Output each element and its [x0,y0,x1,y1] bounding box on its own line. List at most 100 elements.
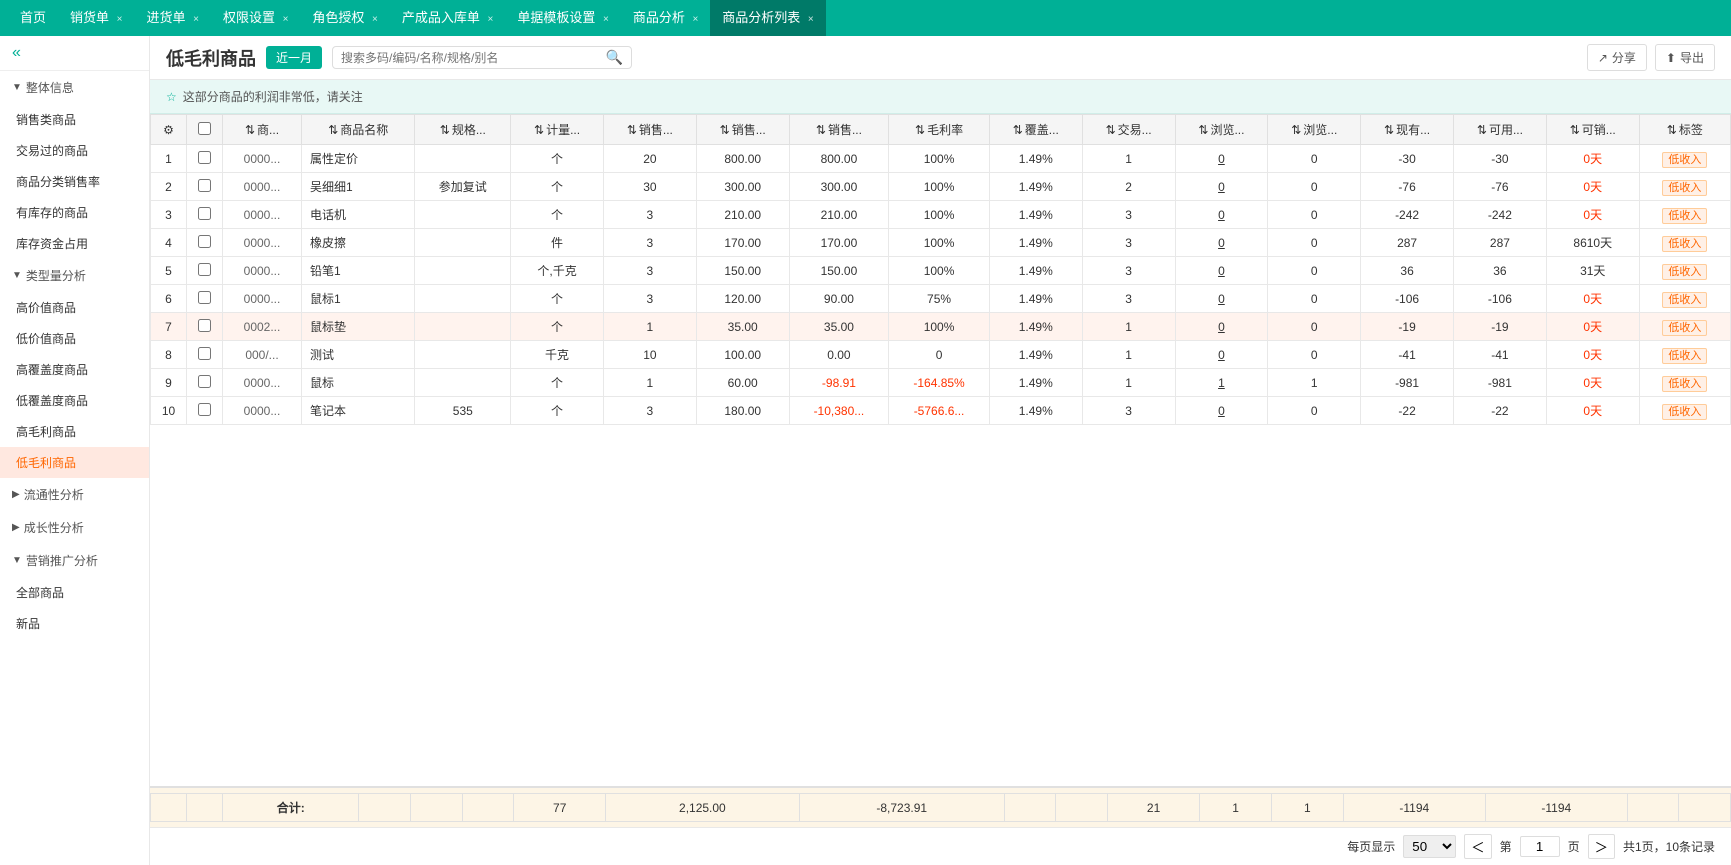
row-checkbox[interactable] [187,313,223,341]
per-page-select[interactable]: 50 20 100 [1403,835,1456,858]
nav-product-entry-close[interactable]: × [488,14,494,25]
sidebar-item-low-value[interactable]: 低价值商品 [0,323,149,354]
sidebar-item-category-rate[interactable]: 商品分类销售率 [0,166,149,197]
sidebar-section-growth[interactable]: ▶成长性分析 [0,511,149,544]
nav-home[interactable]: 首页 [8,0,58,36]
row-check[interactable] [198,179,211,192]
next-page-btn[interactable]: ＞ [1588,834,1615,859]
nav-product-entry[interactable]: 产成品入库单 × [390,0,505,36]
row-check[interactable] [198,347,211,360]
sidebar-collapse-btn[interactable]: « [8,40,25,66]
table-wrapper[interactable]: ⚙ ⇅商... ⇅商品名称 ⇅规格... ⇅计量... ⇅销售... ⇅销售..… [150,114,1731,786]
col-gross-rate[interactable]: ⇅毛利率 [889,115,990,145]
row-checkbox[interactable] [187,145,223,173]
col-settings[interactable]: ⚙ [151,115,187,145]
row-checkbox[interactable] [187,341,223,369]
row-browse1[interactable]: 0 [1175,201,1268,229]
browse1-link[interactable]: 0 [1218,264,1225,278]
row-browse1[interactable]: 0 [1175,341,1268,369]
col-sales-price[interactable]: ⇅销售... [696,115,789,145]
nav-permissions-close[interactable]: × [283,14,289,25]
row-check[interactable] [198,319,211,332]
row-check[interactable] [198,263,211,276]
row-browse1[interactable]: 0 [1175,173,1268,201]
nav-role-auth-close[interactable]: × [372,14,378,25]
col-sales-qty[interactable]: ⇅销售... [603,115,696,145]
select-all-checkbox[interactable] [198,122,211,135]
sidebar-item-low-margin[interactable]: 低毛利商品 [0,447,149,478]
settings-icon[interactable]: ⚙ [163,123,174,137]
row-check[interactable] [198,403,211,416]
browse1-link[interactable]: 0 [1218,320,1225,334]
col-code[interactable]: ⇅商... [223,115,302,145]
col-sales-profit[interactable]: ⇅销售... [789,115,889,145]
row-checkbox[interactable] [187,369,223,397]
nav-permissions[interactable]: 权限设置 × [211,0,300,36]
export-button[interactable]: ⬆ 导出 [1655,44,1715,71]
prev-page-btn[interactable]: ＜ [1464,834,1491,859]
sidebar-item-sales-products[interactable]: 销售类商品 [0,104,149,135]
col-sellable[interactable]: ⇅可销... [1546,115,1639,145]
sidebar-section-type[interactable]: ▼类型量分析 [0,259,149,292]
nav-sales[interactable]: 销货单 × [58,0,134,36]
sidebar-item-new-products[interactable]: 新品 [0,608,149,639]
sidebar-section-liquidity[interactable]: ▶流通性分析 [0,478,149,511]
row-checkbox[interactable] [187,285,223,313]
nav-template-close[interactable]: × [603,14,609,25]
nav-product-analysis-list-close[interactable]: × [808,14,814,25]
col-browse2[interactable]: ⇅浏览... [1268,115,1361,145]
row-browse1[interactable]: 0 [1175,397,1268,425]
browse1-link[interactable]: 0 [1218,208,1225,222]
sidebar-item-in-stock[interactable]: 有库存的商品 [0,197,149,228]
row-check[interactable] [198,291,211,304]
browse1-link[interactable]: 1 [1218,376,1225,390]
search-icon[interactable]: 🔍 [606,49,623,66]
sidebar-item-low-coverage[interactable]: 低覆盖度商品 [0,385,149,416]
row-browse1[interactable]: 0 [1175,285,1268,313]
nav-template[interactable]: 单据模板设置 × [505,0,620,36]
row-check[interactable] [198,235,211,248]
sidebar-item-high-coverage[interactable]: 高覆盖度商品 [0,354,149,385]
col-tag[interactable]: ⇅标签 [1639,115,1730,145]
row-browse1[interactable]: 1 [1175,369,1268,397]
row-checkbox[interactable] [187,397,223,425]
sidebar-section-overall[interactable]: ▼整体信息 [0,71,149,104]
col-name[interactable]: ⇅商品名称 [302,115,415,145]
col-current[interactable]: ⇅现有... [1361,115,1454,145]
share-button[interactable]: ↗ 分享 [1587,44,1647,71]
search-input[interactable] [341,51,606,65]
nav-purchase-close[interactable]: × [193,14,199,25]
row-browse1[interactable]: 0 [1175,229,1268,257]
row-browse1[interactable]: 0 [1175,145,1268,173]
col-browse1[interactable]: ⇅浏览... [1175,115,1268,145]
row-check[interactable] [198,151,211,164]
time-filter-btn[interactable]: 近一月 [266,46,322,69]
sidebar-item-capital[interactable]: 库存资金占用 [0,228,149,259]
row-checkbox[interactable] [187,257,223,285]
col-coverage[interactable]: ⇅覆盖... [989,115,1082,145]
page-input[interactable] [1520,836,1560,857]
browse1-link[interactable]: 0 [1218,152,1225,166]
col-unit[interactable]: ⇅计量... [511,115,604,145]
nav-sales-close[interactable]: × [117,14,123,25]
row-browse1[interactable]: 0 [1175,313,1268,341]
sidebar-section-marketing[interactable]: ▼营销推广分析 [0,544,149,577]
sidebar-item-all-products[interactable]: 全部商品 [0,577,149,608]
row-checkbox[interactable] [187,229,223,257]
nav-product-analysis-close[interactable]: × [692,14,698,25]
sidebar-item-high-value[interactable]: 高价值商品 [0,292,149,323]
row-check[interactable] [198,375,211,388]
row-checkbox[interactable] [187,201,223,229]
browse1-link[interactable]: 0 [1218,404,1225,418]
col-checkbox[interactable] [187,115,223,145]
browse1-link[interactable]: 0 [1218,292,1225,306]
browse1-link[interactable]: 0 [1218,348,1225,362]
row-browse1[interactable]: 0 [1175,257,1268,285]
nav-purchase[interactable]: 进货单 × [134,0,210,36]
nav-role-auth[interactable]: 角色授权 × [300,0,389,36]
nav-product-analysis-list[interactable]: 商品分析列表 × [710,0,825,36]
browse1-link[interactable]: 0 [1218,236,1225,250]
browse1-link[interactable]: 0 [1218,180,1225,194]
col-available[interactable]: ⇅可用... [1454,115,1547,145]
row-check[interactable] [198,207,211,220]
